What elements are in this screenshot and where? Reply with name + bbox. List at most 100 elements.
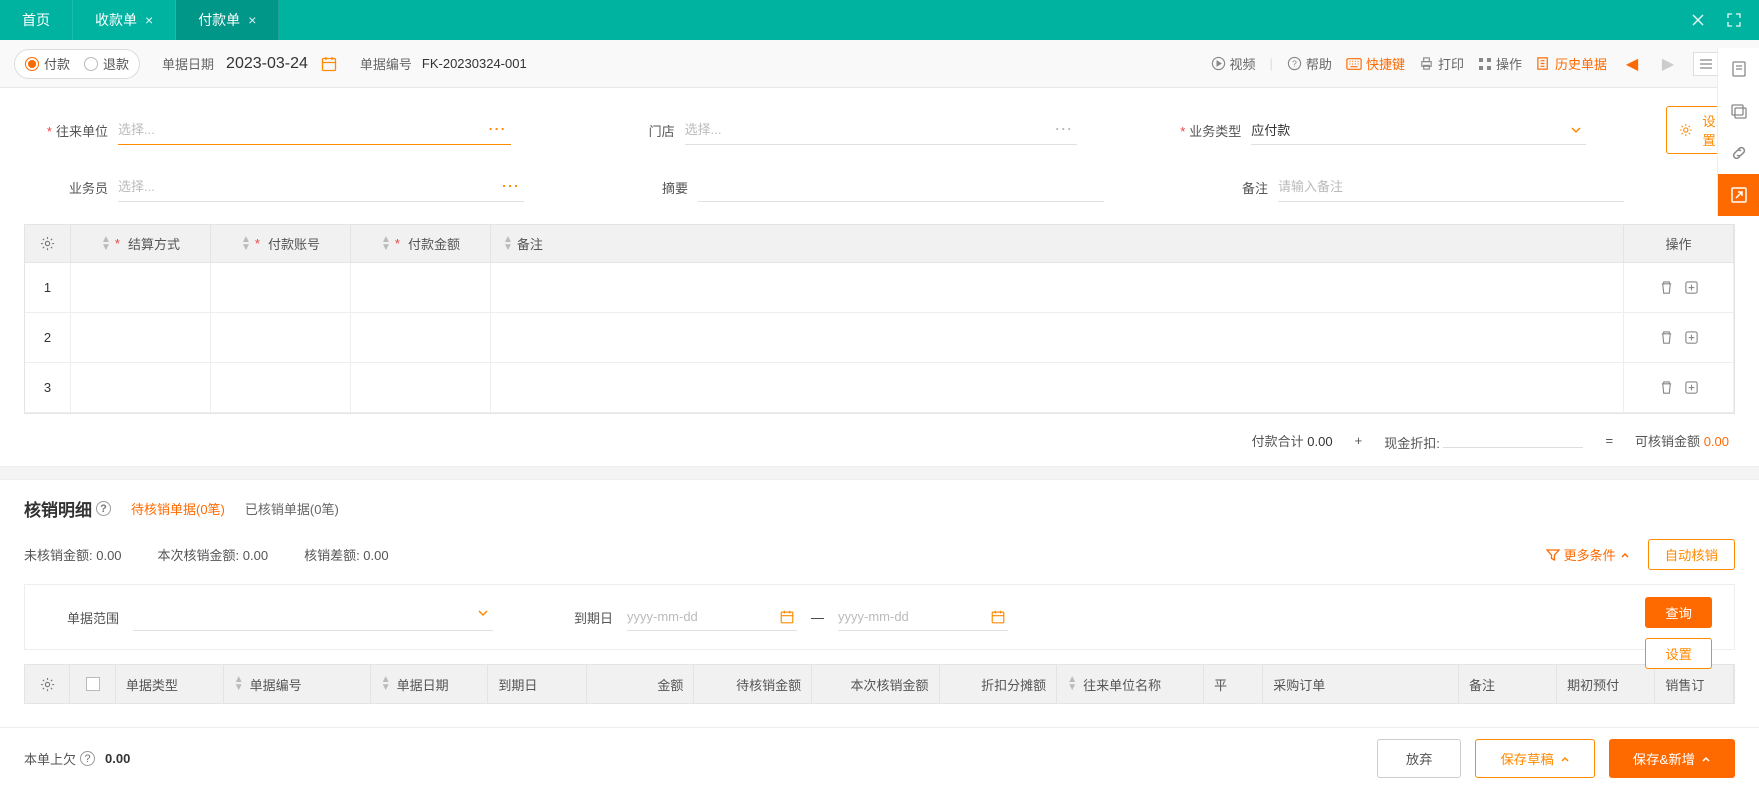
cell-remark[interactable] <box>491 263 1624 312</box>
partner-field[interactable] <box>118 122 511 137</box>
date-to-field[interactable] <box>838 609 1008 624</box>
calendar-icon[interactable] <box>990 609 1006 625</box>
cell-amount[interactable] <box>351 363 491 412</box>
ellipsis-icon[interactable]: ⋯ <box>1054 119 1073 140</box>
cell-settle[interactable] <box>71 263 211 312</box>
col-amount[interactable]: *付款金额 <box>351 225 491 262</box>
fullscreen-icon[interactable] <box>1723 9 1745 31</box>
col-header[interactable]: 单据类型 <box>116 665 224 703</box>
col-header[interactable]: 备注 <box>1459 665 1557 703</box>
auto-writeoff-button[interactable]: 自动核销 <box>1648 539 1735 570</box>
side-stack-icon[interactable] <box>1718 90 1759 132</box>
cell-remark[interactable] <box>491 313 1624 362</box>
help-button[interactable]: ?帮助 <box>1287 54 1332 73</box>
col-header[interactable]: 销售订 <box>1655 665 1734 703</box>
help-icon[interactable]: ? <box>96 501 111 516</box>
summary-input[interactable] <box>698 172 1104 202</box>
calendar-icon[interactable] <box>779 609 795 625</box>
remark-input[interactable] <box>1278 172 1624 202</box>
add-row-icon[interactable] <box>1684 330 1699 345</box>
cell-account[interactable] <box>211 313 351 362</box>
store-input[interactable]: ⋯ <box>685 115 1078 145</box>
table-row[interactable]: 3 <box>25 363 1734 413</box>
col-header[interactable]: 本次核销金额 <box>812 665 939 703</box>
view-list-button[interactable] <box>1693 52 1719 76</box>
salesman-field[interactable] <box>118 179 524 194</box>
col-header[interactable]: 往来单位名称 <box>1057 665 1204 703</box>
grid-gear-button[interactable] <box>25 225 71 262</box>
operate-button[interactable]: 操作 <box>1478 54 1522 73</box>
salesman-input[interactable]: ⋯ <box>118 172 524 202</box>
col-account[interactable]: *付款账号 <box>211 225 351 262</box>
more-conditions-button[interactable]: 更多条件 <box>1546 545 1630 564</box>
date-from-field[interactable] <box>627 609 797 624</box>
remark-field[interactable] <box>1278 179 1624 194</box>
biztype-select[interactable]: 应付款 <box>1251 115 1585 145</box>
table-row[interactable]: 1 <box>25 263 1734 313</box>
side-link-icon[interactable] <box>1718 132 1759 174</box>
close-icon[interactable]: × <box>145 12 153 28</box>
cell-amount[interactable] <box>351 313 491 362</box>
bill-date-value[interactable]: 2023-03-24 <box>226 55 308 73</box>
delete-icon[interactable] <box>1659 330 1674 345</box>
sort-icon <box>241 236 251 252</box>
col-header[interactable]: 单据日期 <box>371 665 489 703</box>
cell-account[interactable] <box>211 263 351 312</box>
discard-button[interactable]: 放弃 <box>1377 739 1462 778</box>
side-expand-icon[interactable] <box>1718 174 1759 216</box>
col-settle[interactable]: *结算方式 <box>71 225 211 262</box>
col-header[interactable]: 采购订单 <box>1263 665 1459 703</box>
col-header[interactable]: 待核销金额 <box>694 665 812 703</box>
ellipsis-icon[interactable]: ⋯ <box>501 176 520 197</box>
close-icon[interactable]: × <box>248 12 256 28</box>
partner-input[interactable]: ⋯ <box>118 115 511 145</box>
history-button[interactable]: 历史单据 <box>1536 54 1607 73</box>
ellipsis-icon[interactable]: ⋯ <box>488 119 507 140</box>
save-new-button[interactable]: 保存&新增 <box>1609 739 1735 778</box>
delete-icon[interactable] <box>1659 380 1674 395</box>
radio-pay[interactable]: 付款 <box>25 54 70 73</box>
radio-refund[interactable]: 退款 <box>84 54 129 73</box>
store-field[interactable] <box>685 122 1078 137</box>
col-header[interactable]: 折扣分摊额 <box>940 665 1058 703</box>
col-header[interactable]: 平 <box>1204 665 1263 703</box>
tab-done[interactable]: 已核销单据(0笔) <box>245 499 339 518</box>
tab-payment[interactable]: 付款单× <box>176 0 279 40</box>
close-window-icon[interactable] <box>1687 9 1709 31</box>
select-all-checkbox[interactable] <box>70 665 115 703</box>
print-button[interactable]: 打印 <box>1419 54 1464 73</box>
side-doc-icon[interactable] <box>1718 48 1759 90</box>
calendar-icon[interactable] <box>320 55 338 73</box>
discount-input[interactable] <box>1443 428 1583 448</box>
summary-field[interactable] <box>698 179 1104 194</box>
prev-arrow-icon[interactable]: ◀ <box>1621 54 1643 74</box>
cell-account[interactable] <box>211 363 351 412</box>
add-row-icon[interactable] <box>1684 280 1699 295</box>
cell-settle[interactable] <box>71 313 211 362</box>
date-to-input[interactable] <box>838 603 1008 631</box>
tab-home[interactable]: 首页 <box>0 0 73 40</box>
tab-receipt[interactable]: 收款单× <box>73 0 176 40</box>
delete-icon[interactable] <box>1659 280 1674 295</box>
grid-gear-button[interactable] <box>25 665 70 703</box>
video-button[interactable]: 视频 <box>1211 54 1256 73</box>
col-header[interactable]: 到期日 <box>488 665 586 703</box>
range-select[interactable] <box>133 603 493 631</box>
col-header[interactable]: 期初预付 <box>1557 665 1655 703</box>
col-remark[interactable]: 备注 <box>491 225 1624 262</box>
add-row-icon[interactable] <box>1684 380 1699 395</box>
col-header[interactable]: 金额 <box>587 665 695 703</box>
cell-amount[interactable] <box>351 263 491 312</box>
table-row[interactable]: 2 <box>25 313 1734 363</box>
help-icon[interactable]: ? <box>80 751 95 766</box>
tab-pending[interactable]: 待核销单据(0笔) <box>131 499 225 518</box>
shortcut-button[interactable]: 快捷键 <box>1346 54 1405 73</box>
next-arrow-icon[interactable]: ▶ <box>1657 54 1679 74</box>
col-header[interactable]: 单据编号 <box>224 665 371 703</box>
query-button[interactable]: 查询 <box>1645 597 1712 628</box>
cell-settle[interactable] <box>71 363 211 412</box>
date-from-input[interactable] <box>627 603 797 631</box>
panel-settings-button[interactable]: 设置 <box>1645 638 1712 669</box>
save-draft-button[interactable]: 保存草稿 <box>1475 739 1594 778</box>
cell-remark[interactable] <box>491 363 1624 412</box>
